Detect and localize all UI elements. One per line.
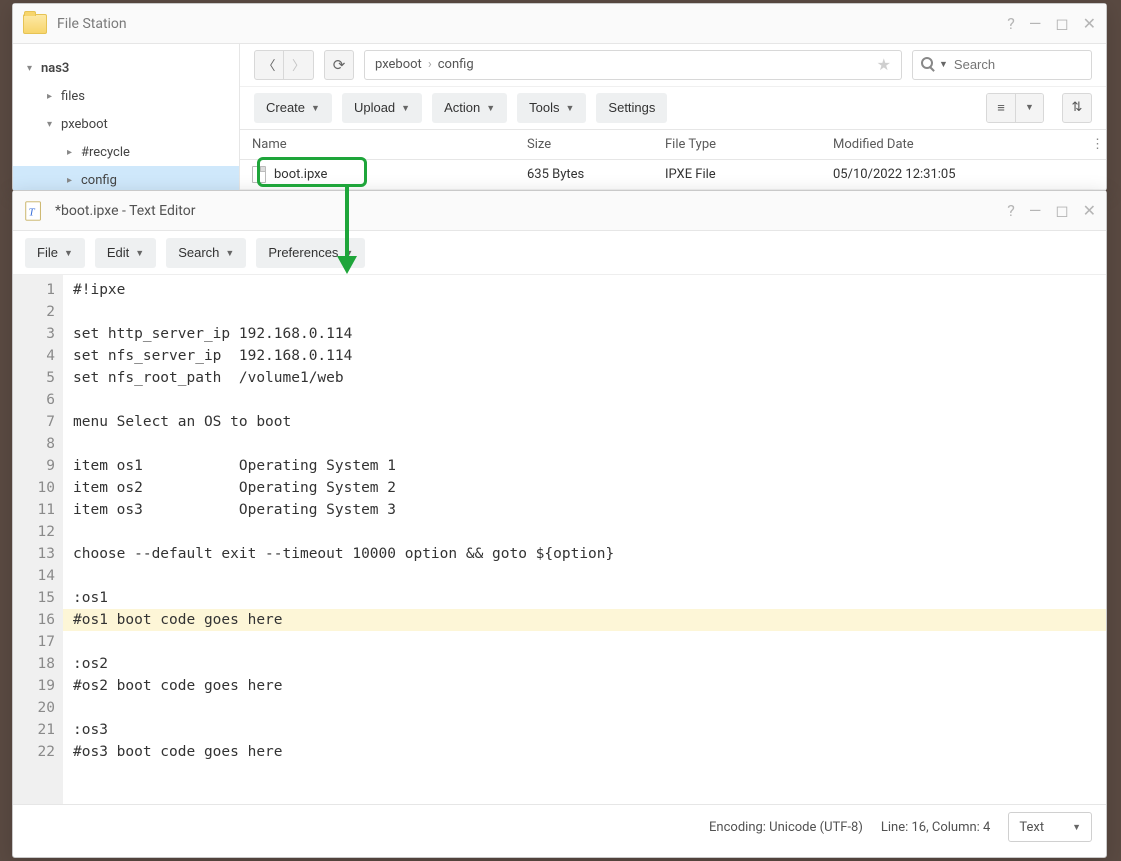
breadcrumb-seg-2[interactable]: config: [438, 57, 474, 72]
nav-forward-button[interactable]: 〉: [284, 50, 314, 80]
search-box[interactable]: ▼: [912, 50, 1092, 80]
file-station-window: File Station ? — ◻ ✕ ▾nas3 ▸files ▾pxebo…: [12, 3, 1107, 191]
col-header-date[interactable]: Modified Date: [821, 137, 1076, 152]
file-menu[interactable]: File▼: [25, 238, 85, 268]
create-button[interactable]: Create▼: [254, 93, 332, 123]
svg-text:T: T: [29, 206, 36, 218]
text-editor-title: *boot.ipxe - Text Editor: [55, 203, 1007, 219]
line-number-gutter: 12345678910111213141516171819202122: [13, 275, 63, 804]
breadcrumb-seg-1[interactable]: pxeboot: [375, 57, 422, 72]
search-input[interactable]: [954, 57, 1083, 72]
table-header: Name Size File Type Modified Date ⋮: [240, 130, 1106, 160]
preferences-menu[interactable]: Preferences▼: [256, 238, 365, 268]
code-line[interactable]: #os1 boot code goes here: [63, 609, 1106, 631]
tree-root-nas3[interactable]: ▾nas3: [13, 54, 239, 82]
star-icon[interactable]: ★: [877, 55, 891, 74]
code-line[interactable]: #os3 boot code goes here: [73, 741, 1106, 763]
maximize-icon[interactable]: ◻: [1055, 14, 1068, 33]
search-icon: [921, 57, 933, 73]
code-line[interactable]: [73, 433, 1106, 455]
col-header-size[interactable]: Size: [515, 137, 653, 152]
code-line[interactable]: :os3: [73, 719, 1106, 741]
code-line[interactable]: item os1 Operating System 1: [73, 455, 1106, 477]
upload-button[interactable]: Upload▼: [342, 93, 422, 123]
code-editor[interactable]: #!ipxe set http_server_ip 192.168.0.114s…: [63, 275, 1106, 804]
code-line[interactable]: menu Select an OS to boot: [73, 411, 1106, 433]
minimize-icon[interactable]: —: [1029, 14, 1042, 33]
close-icon[interactable]: ✕: [1083, 201, 1096, 220]
code-line[interactable]: set nfs_root_path /volume1/web: [73, 367, 1106, 389]
reload-button[interactable]: ⟳: [324, 50, 354, 80]
code-line[interactable]: #!ipxe: [73, 279, 1106, 301]
tools-button[interactable]: Tools▼: [517, 93, 586, 123]
file-name: boot.ipxe: [274, 167, 327, 182]
text-editor-app-icon: T: [23, 199, 45, 223]
settings-button[interactable]: Settings: [596, 93, 667, 123]
syntax-mode-dropdown[interactable]: Text▼: [1008, 812, 1092, 842]
tree-item-recycle[interactable]: ▸#recycle: [13, 138, 239, 166]
maximize-icon[interactable]: ◻: [1055, 201, 1068, 220]
search-menu[interactable]: Search▼: [166, 238, 246, 268]
view-dropdown-button[interactable]: ▼: [1015, 94, 1043, 122]
code-line[interactable]: :os2: [73, 653, 1106, 675]
code-line[interactable]: [73, 631, 1106, 653]
close-icon[interactable]: ✕: [1083, 14, 1096, 33]
file-station-titlebar[interactable]: File Station ? — ◻ ✕: [13, 4, 1106, 44]
columns-menu-icon[interactable]: ⋮: [1076, 137, 1106, 152]
help-icon[interactable]: ?: [1007, 201, 1015, 220]
tree-item-files[interactable]: ▸files: [13, 82, 239, 110]
code-line[interactable]: :os1: [73, 587, 1106, 609]
code-line[interactable]: [73, 389, 1106, 411]
breadcrumb[interactable]: pxeboot › config ★: [364, 50, 902, 80]
code-line[interactable]: item os2 Operating System 2: [73, 477, 1106, 499]
status-bar: Encoding: Unicode (UTF-8) Line: 16, Colu…: [13, 805, 1106, 849]
code-line[interactable]: [73, 521, 1106, 543]
help-icon[interactable]: ?: [1007, 14, 1015, 33]
code-line[interactable]: [73, 697, 1106, 719]
code-line[interactable]: #os2 boot code goes here: [73, 675, 1106, 697]
sort-button[interactable]: ⇅: [1062, 93, 1092, 123]
edit-menu[interactable]: Edit▼: [95, 238, 156, 268]
code-line[interactable]: choose --default exit --timeout 10000 op…: [73, 543, 1106, 565]
action-button[interactable]: Action▼: [432, 93, 507, 123]
chevron-right-icon: ›: [428, 57, 432, 72]
table-row[interactable]: boot.ipxe 635 Bytes IPXE File 05/10/2022…: [240, 160, 1106, 190]
code-line[interactable]: set nfs_server_ip 192.168.0.114: [73, 345, 1106, 367]
code-line[interactable]: set http_server_ip 192.168.0.114: [73, 323, 1106, 345]
file-date: 05/10/2022 12:31:05: [821, 167, 1076, 182]
nav-back-button[interactable]: 〈: [254, 50, 284, 80]
tree-item-pxeboot[interactable]: ▾pxeboot: [13, 110, 239, 138]
minimize-icon[interactable]: —: [1029, 201, 1042, 220]
sidebar: ▾nas3 ▸files ▾pxeboot ▸#recycle ▸config: [13, 44, 240, 190]
file-size: 635 Bytes: [515, 167, 653, 182]
view-mode-group: ≡ ▼: [986, 93, 1044, 123]
code-line[interactable]: [73, 565, 1106, 587]
text-editor-window: T *boot.ipxe - Text Editor ? — ◻ ✕ File▼…: [12, 190, 1107, 858]
folder-icon: [23, 14, 47, 34]
code-line[interactable]: [73, 301, 1106, 323]
col-header-name[interactable]: Name: [240, 137, 515, 152]
file-station-title: File Station: [57, 16, 1007, 32]
status-position: Line: 16, Column: 4: [881, 820, 990, 835]
status-encoding: Encoding: Unicode (UTF-8): [709, 820, 863, 835]
tree-item-config[interactable]: ▸config: [13, 166, 239, 190]
code-line[interactable]: item os3 Operating System 3: [73, 499, 1106, 521]
file-type: IPXE File: [653, 167, 821, 182]
file-icon: [252, 166, 266, 183]
text-editor-titlebar[interactable]: T *boot.ipxe - Text Editor ? — ◻ ✕: [13, 191, 1106, 231]
chevron-down-icon[interactable]: ▼: [939, 59, 948, 70]
list-view-button[interactable]: ≡: [987, 94, 1015, 122]
col-header-type[interactable]: File Type: [653, 137, 821, 152]
